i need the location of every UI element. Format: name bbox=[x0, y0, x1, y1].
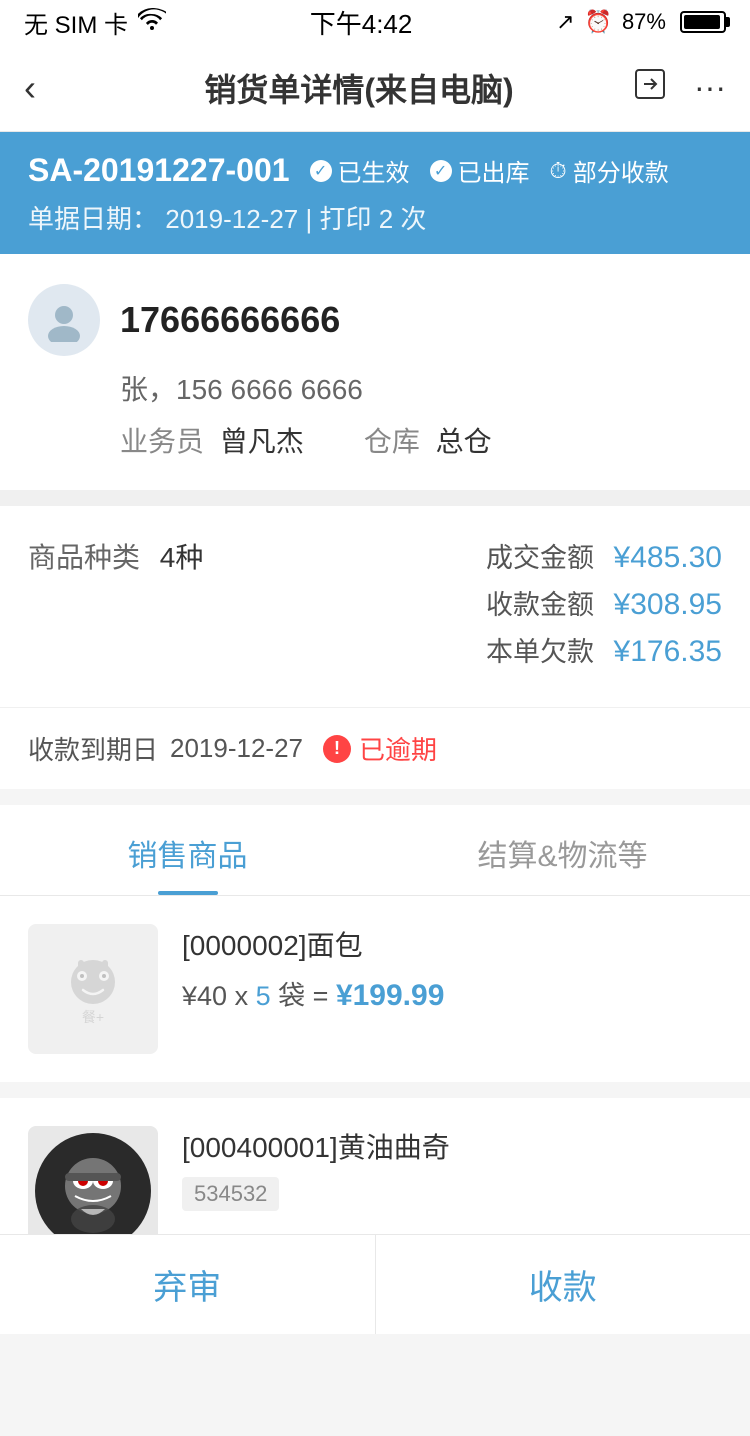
wifi-icon bbox=[138, 8, 166, 37]
customer-meta: 业务员 曾凡杰 仓库 总仓 bbox=[28, 420, 722, 460]
amount-value: ¥485.30 bbox=[614, 541, 722, 574]
product-name-2: [000400001]黄油曲奇 bbox=[182, 1126, 722, 1166]
amount-label: 成交金额 bbox=[486, 543, 594, 573]
status-carrier: 无 SIM 卡 bbox=[24, 5, 166, 40]
share-button[interactable] bbox=[634, 68, 666, 108]
status-shipped: ✓ 已出库 bbox=[430, 153, 530, 188]
due-date-value: 2019-12-27 bbox=[170, 733, 303, 764]
product-info-1: [0000002]面包 ¥40 x 5 袋 = ¥199.99 bbox=[182, 924, 722, 1013]
print-unit: 次 bbox=[400, 204, 426, 234]
order-id: SA-20191227-001 bbox=[28, 152, 290, 189]
warehouse-info: 仓库 总仓 bbox=[364, 420, 492, 460]
customer-avatar bbox=[28, 284, 100, 356]
product-qty-1: 5 bbox=[256, 981, 271, 1011]
more-button[interactable]: ··· bbox=[694, 69, 726, 106]
carrier-text: 无 SIM 卡 bbox=[24, 5, 128, 40]
page-title: 销货单详情(来自电脑) bbox=[204, 65, 513, 111]
warehouse-name: 总仓 bbox=[436, 426, 492, 457]
divider-1 bbox=[0, 490, 750, 506]
order-header-banner: SA-20191227-001 ✓ 已生效 ✓ 已出库 ⏱ 部分收款 单据日期：… bbox=[0, 132, 750, 254]
product-name-1: [0000002]面包 bbox=[182, 924, 722, 964]
nav-bar: ‹ 销货单详情(来自电脑) ··· bbox=[0, 44, 750, 132]
alarm-icon: ⏰ bbox=[585, 9, 612, 35]
customer-id: 17666666666 bbox=[120, 299, 340, 341]
battery-text: 87% bbox=[622, 9, 666, 35]
product-types-section: 商品种类 4种 bbox=[28, 536, 203, 606]
product-sku-2: 534532 bbox=[182, 1177, 279, 1211]
product-thumb-1: 餐+ bbox=[28, 924, 158, 1054]
amount-row-3: 本单欠款 ¥176.35 bbox=[486, 630, 722, 669]
status-bar: 无 SIM 卡 下午4:42 ↗ ⏰ 87% bbox=[0, 0, 750, 44]
overdue-badge: ! 已逾期 bbox=[323, 730, 437, 767]
back-button[interactable]: ‹ bbox=[24, 67, 84, 109]
clock-icon: ⏱ bbox=[550, 158, 567, 184]
sales-label: 业务员 bbox=[120, 426, 204, 457]
tab-settlement[interactable]: 结算&物流等 bbox=[375, 805, 750, 895]
warehouse-label: 仓库 bbox=[364, 426, 420, 457]
due-date-label: 收款到期日 bbox=[28, 730, 158, 767]
check-icon-1: ✓ bbox=[310, 160, 332, 182]
overdue-text: 已逾期 bbox=[359, 730, 437, 767]
sales-name: 曾凡杰 bbox=[220, 426, 304, 457]
sales-info: 业务员 曾凡杰 bbox=[120, 420, 304, 460]
customer-name-phone: 张，156 6666 6666 bbox=[28, 368, 722, 408]
customer-card: 17666666666 张，156 6666 6666 业务员 曾凡杰 仓库 总… bbox=[0, 254, 750, 490]
product-price-1: ¥40 x 5 袋 = ¥199.99 bbox=[182, 974, 722, 1013]
bottom-spacer bbox=[0, 1316, 750, 1436]
status-indicators: ↗ ⏰ 87% bbox=[556, 9, 726, 35]
confirm-button[interactable]: 收款 bbox=[376, 1235, 750, 1334]
battery-icon bbox=[680, 11, 726, 33]
check-icon-2: ✓ bbox=[430, 160, 452, 182]
print-count: 2 bbox=[379, 204, 393, 234]
overdue-dot-icon: ! bbox=[323, 735, 351, 763]
product-total-1: ¥199.99 bbox=[336, 979, 444, 1012]
status-time: 下午4:42 bbox=[310, 4, 413, 41]
location-icon: ↗ bbox=[556, 9, 574, 35]
amount-row-1: 成交金额 ¥485.30 bbox=[486, 536, 722, 575]
debt-label: 本单欠款 bbox=[486, 637, 594, 667]
amount-row-2: 收款金额 ¥308.95 bbox=[486, 583, 722, 622]
received-value: ¥308.95 bbox=[614, 588, 722, 621]
debt-value: ¥176.35 bbox=[614, 635, 722, 668]
list-item: 餐+ [0000002]面包 ¥40 x 5 袋 = ¥199.99 bbox=[0, 896, 750, 1082]
order-date: 2019-12-27 bbox=[165, 204, 298, 234]
nav-actions: ··· bbox=[634, 68, 726, 108]
product-types-label: 商品种类 bbox=[28, 542, 140, 573]
product-types-count: 4种 bbox=[160, 542, 204, 573]
status-effective: ✓ 已生效 bbox=[310, 153, 410, 188]
tab-products[interactable]: 销售商品 bbox=[0, 805, 375, 895]
cancel-button[interactable]: 弃审 bbox=[0, 1235, 376, 1334]
amounts-section: 成交金额 ¥485.30 收款金额 ¥308.95 本单欠款 ¥176.35 bbox=[486, 536, 722, 677]
svg-text:餐+: 餐+ bbox=[82, 1009, 104, 1025]
date-label: 单据日期： bbox=[28, 204, 158, 234]
print-label: 打印 bbox=[319, 204, 371, 234]
summary-card: 商品种类 4种 成交金额 ¥485.30 收款金额 ¥308.95 本单欠款 ¥… bbox=[0, 506, 750, 707]
due-date-card: 收款到期日 2019-12-27 ! 已逾期 bbox=[0, 707, 750, 789]
tabs-bar: 销售商品 结算&物流等 bbox=[0, 805, 750, 896]
received-label: 收款金额 bbox=[486, 590, 594, 620]
status-partial: ⏱ 部分收款 bbox=[550, 153, 669, 188]
bottom-bar: 弃审 收款 bbox=[0, 1234, 750, 1334]
order-date-row: 单据日期： 2019-12-27 | 打印 2 次 bbox=[28, 199, 722, 236]
